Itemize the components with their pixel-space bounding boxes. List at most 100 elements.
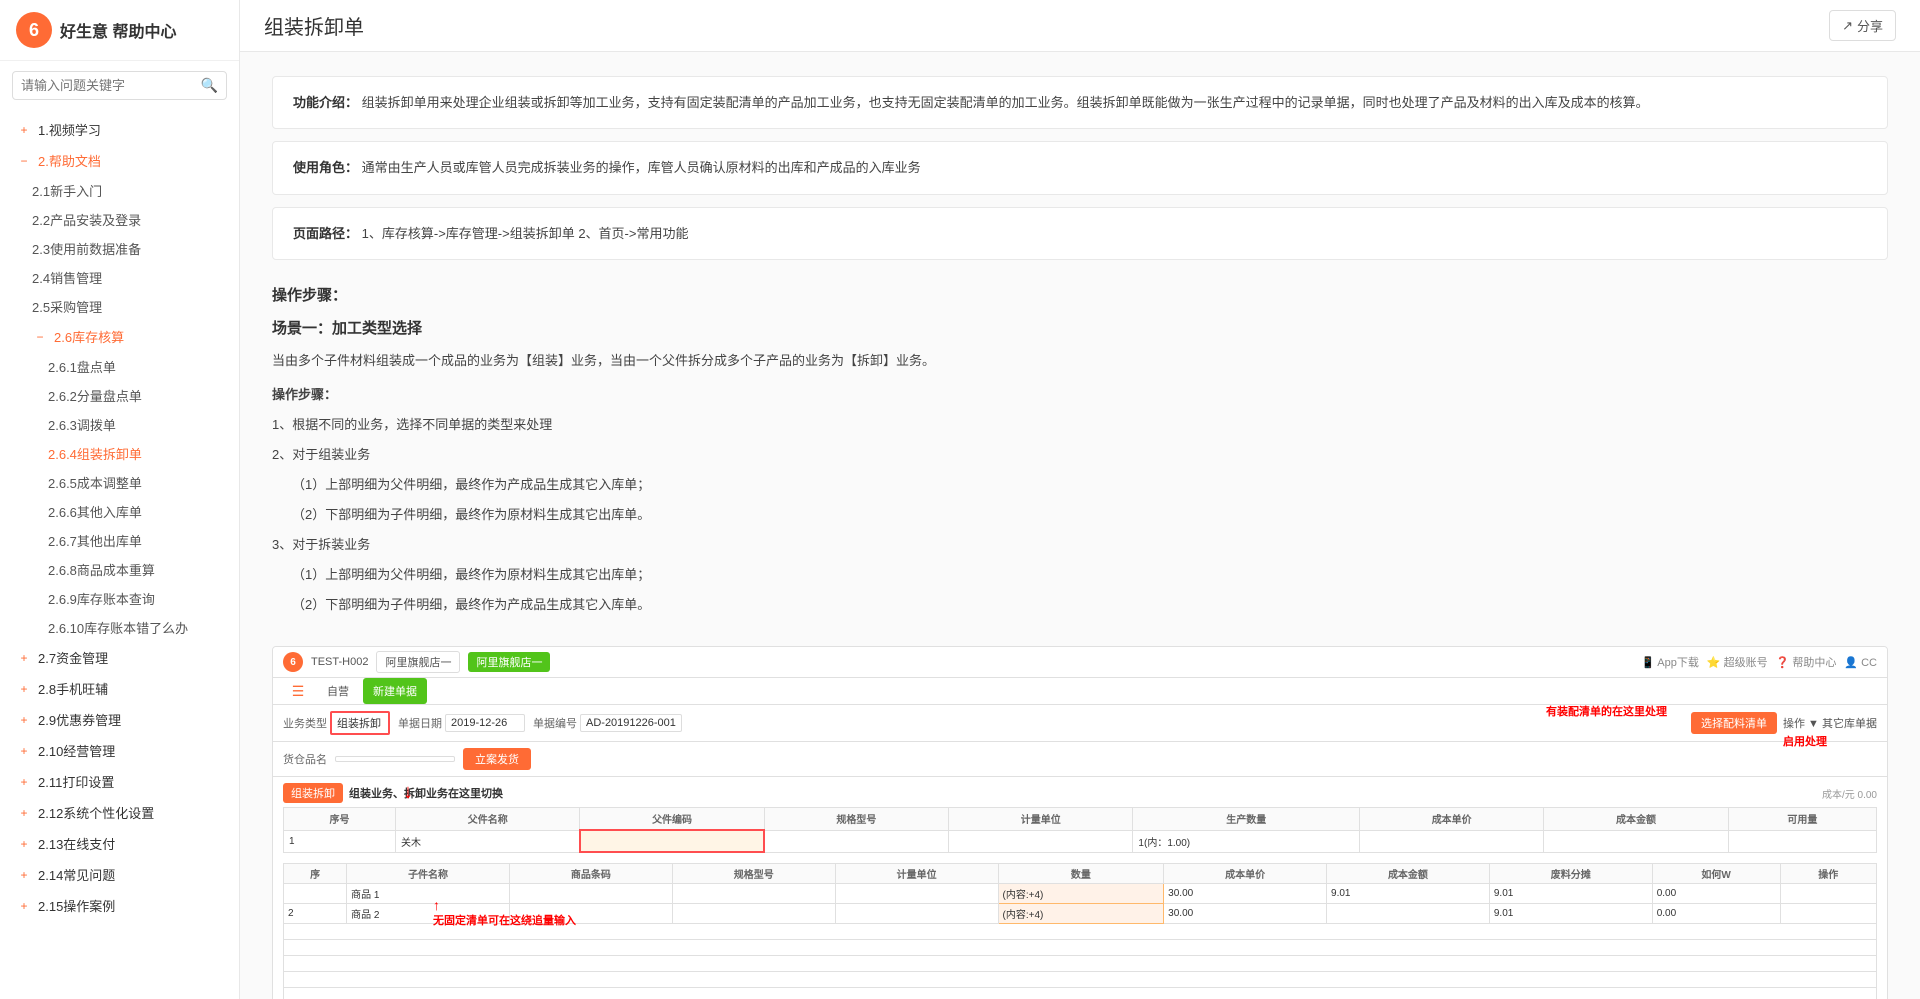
lcell-op-2 <box>1780 904 1877 924</box>
app-help[interactable]: ❓ 帮助中心 <box>1776 654 1837 670</box>
cell-qty: 1(内：1.00) <box>1133 830 1360 852</box>
sidebar-item-2.13[interactable]: + 2.13在线支付 <box>0 828 239 859</box>
sidebar-item-2.6.7[interactable]: 2.6.7其他出库单 <box>0 526 239 555</box>
form-select-recipe-btn[interactable]: 选择配料清单 <box>1691 712 1777 734</box>
plus-icon-2.10: + <box>16 743 32 759</box>
logo-icon: 6 <box>16 12 52 48</box>
lcell-amount-2 <box>1327 904 1490 924</box>
lcell-qty-2[interactable]: (内容:+4) <box>998 904 1164 924</box>
lth-how: 如何W <box>1652 864 1780 884</box>
cell-unit <box>949 830 1133 852</box>
page-title: 组装拆卸单 <box>264 11 364 40</box>
search-box[interactable]: 🔍 <box>12 71 227 100</box>
upper-table-title: 组装业务、拆卸业务在这里切换 <box>349 785 503 801</box>
sidebar-item-2.6.10[interactable]: 2.6.10库存账本错了么办 <box>0 613 239 642</box>
sidebar-item-2.6[interactable]: − 2.6库存核算 <box>0 321 239 352</box>
minus-icon: − <box>16 153 32 169</box>
form-date-input[interactable]: 2019-12-26 <box>445 714 525 732</box>
plus-icon-2.13: + <box>16 836 32 852</box>
function-intro-text: 组装拆卸单用来处理企业组装或拆卸等加工业务，支持有固定装配清单的产品加工业务，也… <box>362 95 1649 110</box>
app-topbar-left: 6 TEST-H002 阿里旗舰店一 阿里旗舰店一 <box>283 651 550 673</box>
ops-section: 操作步骤： 场景一：加工类型选择 当由多个子件材料组装成一个成品的业务为【组装】… <box>272 272 1888 630</box>
form-num-label: 单据编号 <box>533 715 577 731</box>
cell-cost-price <box>1360 830 1544 852</box>
lcell-empty-4 <box>284 940 1877 956</box>
app-selector[interactable]: 阿里旗舰店一 <box>376 651 460 673</box>
lcell-empty-5 <box>284 956 1877 972</box>
lth-cost-price: 成本单价 <box>1164 864 1327 884</box>
lcell-spec-2 <box>672 904 835 924</box>
sidebar-item-2.6.8[interactable]: 2.6.8商品成本重算 <box>0 555 239 584</box>
app-user[interactable]: 👤 CC <box>1844 656 1877 669</box>
sidebar-item-2.10[interactable]: + 2.10经营管理 <box>0 735 239 766</box>
search-input[interactable] <box>21 78 201 93</box>
form-type-input[interactable]: 组装拆卸 <box>330 711 390 735</box>
sidebar-item-2.9-label: 2.9优惠券管理 <box>38 710 121 729</box>
annotation-enable: 启用处理 <box>1783 733 1827 749</box>
step3: 3、对于拆装业务 <box>272 532 1888 558</box>
sidebar-item-2.1[interactable]: 2.1新手入门 <box>0 176 239 205</box>
sidebar-item-2.7[interactable]: + 2.7资金管理 <box>0 642 239 673</box>
processing-area: 货仓品名 立案发货 <box>273 742 1887 777</box>
table-row <box>284 940 1877 956</box>
sidebar-item-2.12[interactable]: + 2.12系统个性化设置 <box>0 797 239 828</box>
lcell-name-1: 商品 1 <box>347 884 510 904</box>
cell-parent-code[interactable] <box>580 830 764 852</box>
sidebar-item-2.11[interactable]: + 2.11打印设置 <box>0 766 239 797</box>
sidebar-item-2.6.3[interactable]: 2.6.3调拨单 <box>0 410 239 439</box>
sidebar-item-2.6.4[interactable]: 2.6.4组装拆卸单 <box>0 439 239 468</box>
lth-qty: 数量 <box>998 864 1164 884</box>
app-account[interactable]: ⭐ 超级账号 <box>1707 654 1768 670</box>
sidebar-item-2.9[interactable]: + 2.9优惠券管理 <box>0 704 239 735</box>
content-area: 功能介绍： 组装拆卸单用来处理企业组装或拆卸等加工业务，支持有固定装配清单的产品… <box>240 52 1920 999</box>
sidebar-item-2.8[interactable]: + 2.8手机旺辅 <box>0 673 239 704</box>
ops-title: 操作步骤： <box>272 284 1888 305</box>
tab-ziyIng[interactable]: 自营 <box>317 678 359 704</box>
sidebar-item-2.14-label: 2.14常见问题 <box>38 865 115 884</box>
th-seq: 序号 <box>284 808 396 831</box>
search-icon[interactable]: 🔍 <box>201 77 218 94</box>
upper-table-arrow: ↓ <box>403 782 413 802</box>
sidebar-item-2.14[interactable]: + 2.14常见问题 <box>0 859 239 890</box>
sidebar-item-2.6.6[interactable]: 2.6.6其他入库单 <box>0 497 239 526</box>
th-available: 可用量 <box>1728 808 1876 831</box>
path-label: 页面路径： <box>293 226 358 241</box>
share-icon: ↗ <box>1842 18 1853 34</box>
sidebar-item-2.3[interactable]: 2.3使用前数据准备 <box>0 234 239 263</box>
sidebar-item-2.2[interactable]: 2.2产品安装及登录 <box>0 205 239 234</box>
sidebar-item-2.15[interactable]: + 2.15操作案例 <box>0 890 239 921</box>
sidebar-item-2.12-label: 2.12系统个性化设置 <box>38 803 154 822</box>
lower-table-wrapper: 序 子件名称 商品条码 规格型号 计量单位 数量 成本单价 成本金额 废料分摊 <box>273 859 1887 999</box>
sidebar-item-docs-label: 2.帮助文档 <box>38 151 101 170</box>
lcell-how-2: 0.00 <box>1652 904 1780 924</box>
form-annotation-wrapper: 业务类型 组装拆卸 单据日期 2019-12-26 单据编号 AD-201912… <box>273 705 1887 742</box>
step2-sub1: （1）上部明细为父件明细，最终作为产成品生成其它入库单； <box>292 472 1888 498</box>
lcell-waste-2: 9.01 <box>1489 904 1652 924</box>
lcell-code-1 <box>509 884 672 904</box>
lth-op: 操作 <box>1780 864 1877 884</box>
sidebar-item-video[interactable]: + 1.视频学习 <box>0 114 239 145</box>
app-green-btn[interactable]: 阿里旗舰店一 <box>468 652 550 672</box>
cell-cost-amount <box>1544 830 1728 852</box>
sidebar-item-2.6.5[interactable]: 2.6.5成本调整单 <box>0 468 239 497</box>
form-num-input[interactable]: AD-20191226-001 <box>580 714 682 732</box>
lower-arrow: ↑ <box>433 897 440 913</box>
lcell-qty-1[interactable]: (内容:+4) <box>998 884 1164 904</box>
sidebar-item-video-label: 1.视频学习 <box>38 120 101 139</box>
sidebar-item-docs[interactable]: − 2.帮助文档 <box>0 145 239 176</box>
share-button[interactable]: ↗ 分享 <box>1829 10 1896 41</box>
sidebar-item-2.6.2[interactable]: 2.6.2分量盘点单 <box>0 381 239 410</box>
plus-icon-2.15: + <box>16 898 32 914</box>
sidebar-item-2.10-label: 2.10经营管理 <box>38 741 115 760</box>
sidebar-item-2.4[interactable]: 2.4销售管理 <box>0 263 239 292</box>
screenshot-container: 6 TEST-H002 阿里旗舰店一 阿里旗舰店一 📱 App下载 ⭐ 超级账号… <box>272 646 1888 999</box>
tab-new-order[interactable]: 新建单据 <box>363 678 427 704</box>
path-block: 页面路径： 1、库存核算->库存管理->组装拆卸单 2、首页->常用功能 <box>272 207 1888 260</box>
sidebar-item-2.5[interactable]: 2.5采购管理 <box>0 292 239 321</box>
lcell-waste-1: 9.01 <box>1489 884 1652 904</box>
processing-input[interactable] <box>335 756 455 762</box>
sidebar-item-2.6.9[interactable]: 2.6.9库存账本查询 <box>0 584 239 613</box>
app-download[interactable]: 📱 App下载 <box>1641 654 1699 670</box>
processing-btn[interactable]: 立案发货 <box>463 748 531 770</box>
sidebar-item-2.6.1[interactable]: 2.6.1盘点单 <box>0 352 239 381</box>
